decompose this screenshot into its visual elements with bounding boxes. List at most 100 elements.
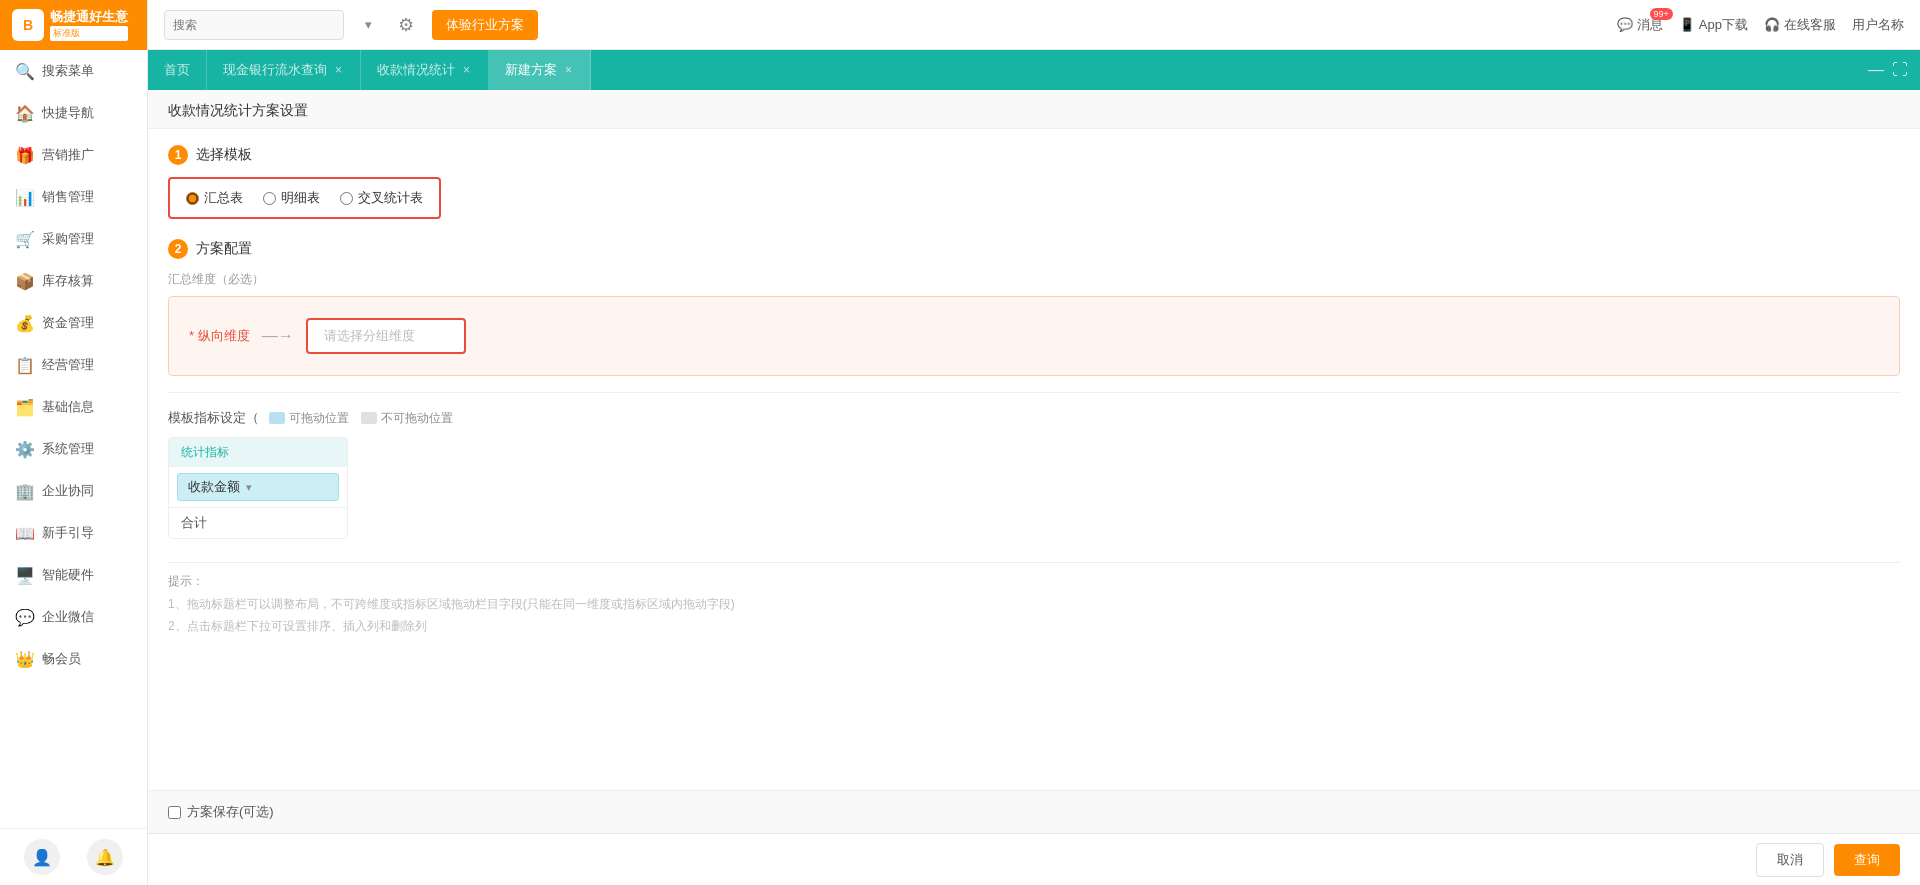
app-label: App下载 [1699,16,1748,34]
sidebar-item-member[interactable]: 👑 畅会员 [0,638,147,680]
tabs-actions: — ⛶ [1856,50,1920,90]
radio-summary[interactable]: 汇总表 [186,189,243,207]
money-icon: 💰 [16,314,34,332]
tab-bankflow-label: 现金银行流水查询 [223,61,327,79]
sidebar-label-management: 经营管理 [42,356,94,374]
topbar: ▾ ⚙ 体验行业方案 💬 消息 99+ 📱 App下载 🎧 在线客服 用户名称 [148,0,1920,50]
step2-header: 2 方案配置 [168,239,1900,259]
sidebar-item-management[interactable]: 📋 经营管理 [0,344,147,386]
tabs-bar: 首页 现金银行流水查询 × 收款情况统计 × 新建方案 × — ⛶ [148,50,1920,90]
tab-home-label: 首页 [164,61,190,79]
sidebar-item-sales[interactable]: 📊 销售管理 [0,176,147,218]
page-title: 收款情况统计方案设置 [168,102,308,118]
cart-icon: 🛒 [16,230,34,248]
tab-minimize-icon[interactable]: — [1868,61,1884,79]
sidebar-bottom-icon-2[interactable]: 🔔 [87,839,123,875]
trial-button[interactable]: 体验行业方案 [432,10,538,40]
legend-movable-box [269,412,285,424]
legend-fixed: 不可拖动位置 [361,410,453,427]
tip-item-1: 1、拖动标题栏可以调整布局，不可跨维度或指标区域拖动栏目字段(只能在同一维度或指… [168,594,1900,616]
tab-bankflow-close[interactable]: × [333,61,344,79]
sidebar-label-hardware: 智能硬件 [42,566,94,584]
template-selector: 汇总表 明细表 交叉统计表 [168,177,441,219]
main-area: ▾ ⚙ 体验行业方案 💬 消息 99+ 📱 App下载 🎧 在线客服 用户名称 [148,0,1920,885]
stat-indicator-tag[interactable]: 收款金额 ▾ [177,473,339,501]
logo-name: 畅捷通好生意 [50,9,128,25]
sidebar-label-enterprise: 企业协同 [42,482,94,500]
building-icon: 🏢 [16,482,34,500]
step2-title: 方案配置 [196,240,252,258]
sidebar-label-basic: 基础信息 [42,398,94,416]
logo-text-area: 畅捷通好生意 标准版 [50,9,128,42]
query-button[interactable]: 查询 [1834,844,1900,876]
radio-cross-input[interactable] [340,192,353,205]
sidebar-label-system: 系统管理 [42,440,94,458]
sidebar-label-guide: 新手引导 [42,524,94,542]
sidebar-item-basic[interactable]: 🗂️ 基础信息 [0,386,147,428]
sidebar-item-quicknav[interactable]: 🏠 快捷导航 [0,92,147,134]
user-label: 用户名称 [1852,17,1904,32]
dimension-selector[interactable]: 请选择分组维度 [306,318,466,354]
stat-total-row: 合计 [169,507,347,538]
cancel-button[interactable]: 取消 [1756,843,1824,877]
sidebar-item-enterprise[interactable]: 🏢 企业协同 [0,470,147,512]
tab-home[interactable]: 首页 [148,50,207,90]
gift-icon: 🎁 [16,146,34,164]
tab-receiptstats[interactable]: 收款情况统计 × [361,50,489,90]
tab-expand-icon[interactable]: ⛶ [1892,61,1908,79]
sidebar-item-hardware[interactable]: 🖥️ 智能硬件 [0,554,147,596]
tab-receiptstats-close[interactable]: × [461,61,472,79]
save-option-area: 方案保存(可选) [148,790,1920,833]
sidebar-item-guide[interactable]: 📖 新手引导 [0,512,147,554]
sidebar-item-inventory[interactable]: 📦 库存核算 [0,260,147,302]
step2-section: 2 方案配置 汇总维度（必选） 纵向维度 —→ 请选择分组维度 [168,239,1900,647]
radio-summary-label: 汇总表 [204,189,243,207]
step1-section: 1 选择模板 汇总表 明细表 交叉统计表 [168,145,1900,219]
radio-detail[interactable]: 明细表 [263,189,320,207]
app-download-button[interactable]: 📱 App下载 [1679,16,1748,34]
sidebar-item-wechat[interactable]: 💬 企业微信 [0,596,147,638]
dimension-selector-placeholder: 请选择分组维度 [324,327,415,345]
sidebar-item-purchase[interactable]: 🛒 采购管理 [0,218,147,260]
user-area[interactable]: 用户名称 [1852,16,1904,34]
gear-icon: ⚙️ [16,440,34,458]
save-checkbox[interactable] [168,806,181,819]
tab-newplan-close[interactable]: × [563,61,574,79]
radio-detail-input[interactable] [263,192,276,205]
service-button[interactable]: 🎧 在线客服 [1764,16,1836,34]
sidebar: B 畅捷通好生意 标准版 🔍 搜索菜单 🏠 快捷导航 🎁 营销推广 📊 销售管理… [0,0,148,885]
message-button[interactable]: 💬 消息 99+ [1617,16,1663,34]
crown-icon: 👑 [16,650,34,668]
search-icon: 🔍 [16,62,34,80]
legend-movable-label: 可拖动位置 [289,410,349,427]
sidebar-label-marketing: 营销推广 [42,146,94,164]
sidebar-item-finance[interactable]: 💰 资金管理 [0,302,147,344]
stat-indicator-header: 统计指标 [169,438,347,467]
tips-area: 提示： 1、拖动标题栏可以调整布局，不可跨维度或指标区域拖动栏目字段(只能在同一… [168,562,1900,647]
sidebar-item-marketing[interactable]: 🎁 营销推广 [0,134,147,176]
radio-cross[interactable]: 交叉统计表 [340,189,423,207]
settings-icon[interactable]: ⚙ [392,11,420,39]
dimension-group-label: 汇总维度（必选） [168,271,1900,288]
tab-bankflow[interactable]: 现金银行流水查询 × [207,50,361,90]
sidebar-logo: B 畅捷通好生意 标准版 [0,0,147,50]
topbar-right: 💬 消息 99+ 📱 App下载 🎧 在线客服 用户名称 [1617,16,1904,34]
tab-newplan[interactable]: 新建方案 × [489,50,591,90]
monitor-icon: 🖥️ [16,566,34,584]
sidebar-bottom-icon-1[interactable]: 👤 [24,839,60,875]
sidebar-label-member: 畅会员 [42,650,81,668]
sidebar-label-wechat: 企业微信 [42,608,94,626]
service-label: 在线客服 [1784,16,1836,34]
radio-detail-label: 明细表 [281,189,320,207]
search-input[interactable] [164,10,344,40]
sidebar-item-search[interactable]: 🔍 搜索菜单 [0,50,147,92]
save-option-label: 方案保存(可选) [187,803,274,821]
sidebar-label-quicknav: 快捷导航 [42,104,94,122]
dropdown-icon[interactable]: ▾ [356,13,380,37]
message-icon: 💬 [1617,17,1633,32]
sidebar-label-finance: 资金管理 [42,314,94,332]
stat-tag-text: 收款金额 [188,478,240,496]
home-icon: 🏠 [16,104,34,122]
radio-summary-input[interactable] [186,192,199,205]
sidebar-item-system[interactable]: ⚙️ 系统管理 [0,428,147,470]
